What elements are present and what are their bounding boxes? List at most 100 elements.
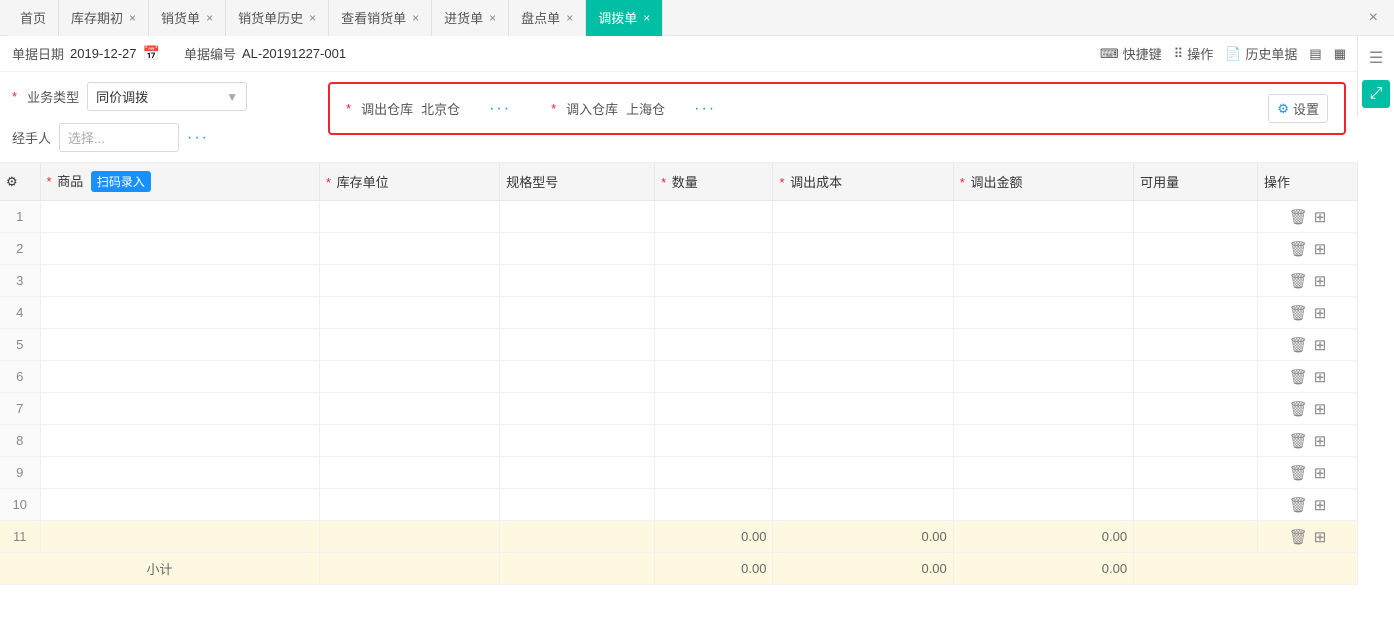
delete-icon[interactable]: 🗑 — [1289, 336, 1308, 354]
copy-icon[interactable]: ⊞ — [1314, 240, 1327, 258]
delete-icon[interactable]: 🗑 — [1289, 272, 1308, 290]
tab-sales-order[interactable]: 销货单 × — [149, 0, 226, 36]
copy-icon[interactable]: ⊞ — [1314, 464, 1327, 482]
operation-button[interactable]: ⠿ 操作 — [1174, 44, 1214, 63]
row-amount[interactable] — [953, 265, 1133, 297]
row-product[interactable] — [40, 457, 319, 489]
delete-icon[interactable]: 🗑 — [1289, 528, 1308, 546]
row-amount[interactable] — [953, 425, 1133, 457]
row-qty[interactable] — [655, 489, 773, 521]
sidebar-list-icon[interactable]: ☰ — [1362, 44, 1390, 72]
delete-icon[interactable]: 🗑 — [1289, 208, 1308, 226]
row-spec[interactable] — [500, 265, 655, 297]
row-product[interactable] — [40, 393, 319, 425]
copy-icon[interactable]: ⊞ — [1314, 400, 1327, 418]
calendar-icon[interactable]: 📅 — [143, 45, 160, 62]
row-unit[interactable] — [319, 425, 499, 457]
row-unit[interactable] — [319, 201, 499, 233]
row-product[interactable] — [40, 297, 319, 329]
copy-icon[interactable]: ⊞ — [1314, 368, 1327, 386]
row-amount[interactable] — [953, 457, 1133, 489]
row-product[interactable] — [40, 233, 319, 265]
tab-inventory-count[interactable]: 盘点单 × — [509, 0, 586, 36]
tab-purchase-order-close[interactable]: × — [489, 11, 496, 25]
row-cost[interactable] — [773, 457, 953, 489]
out-warehouse-more-icon[interactable]: ··· — [489, 100, 511, 118]
copy-icon[interactable]: ⊞ — [1314, 336, 1327, 354]
row-cost[interactable] — [773, 361, 953, 393]
history-button[interactable]: 📄 历史单据 — [1225, 44, 1297, 63]
row-qty[interactable] — [655, 457, 773, 489]
settings-button[interactable]: ⚙ 设置 — [1268, 94, 1328, 123]
row-spec[interactable] — [500, 361, 655, 393]
row-unit[interactable] — [319, 457, 499, 489]
tab-inventory-init-close[interactable]: × — [129, 11, 136, 25]
sidebar-expand-icon[interactable]: ⤢ — [1362, 80, 1390, 108]
row-product[interactable] — [40, 361, 319, 393]
row-qty[interactable] — [655, 233, 773, 265]
tab-sales-history[interactable]: 销货单历史 × — [226, 0, 329, 36]
row-qty[interactable] — [655, 393, 773, 425]
row-unit[interactable] — [319, 265, 499, 297]
row-amount[interactable] — [953, 201, 1133, 233]
row-cost[interactable] — [773, 489, 953, 521]
row-unit[interactable] — [319, 489, 499, 521]
delete-icon[interactable]: 🗑 — [1289, 432, 1308, 450]
tab-sales-history-close[interactable]: × — [309, 11, 316, 25]
th-settings[interactable]: ⚙ — [0, 163, 40, 201]
row-qty[interactable] — [655, 265, 773, 297]
row-unit[interactable] — [319, 361, 499, 393]
row-spec[interactable] — [500, 329, 655, 361]
layout-button-2[interactable]: ▦ — [1334, 46, 1346, 62]
row-unit[interactable] — [319, 393, 499, 425]
tab-inventory-count-close[interactable]: × — [566, 11, 573, 25]
row-cost[interactable] — [773, 297, 953, 329]
delete-icon[interactable]: 🗑 — [1289, 400, 1308, 418]
row-product[interactable] — [40, 201, 319, 233]
tab-inventory-init[interactable]: 库存期初 × — [59, 0, 149, 36]
row-product[interactable] — [40, 265, 319, 297]
layout-button-1[interactable]: ▤ — [1309, 46, 1321, 62]
delete-icon[interactable]: 🗑 — [1289, 496, 1308, 514]
delete-icon[interactable]: 🗑 — [1289, 304, 1308, 322]
row-cost[interactable] — [773, 329, 953, 361]
row-cost[interactable] — [773, 265, 953, 297]
tab-purchase-order[interactable]: 进货单 × — [432, 0, 509, 36]
scan-button[interactable]: 扫码录入 — [91, 171, 151, 192]
tab-transfer[interactable]: 调拨单 × — [586, 0, 663, 36]
in-warehouse-more-icon[interactable]: ··· — [694, 100, 716, 118]
delete-icon[interactable]: 🗑 — [1289, 368, 1308, 386]
row-spec[interactable] — [500, 297, 655, 329]
row-unit[interactable] — [319, 297, 499, 329]
copy-icon[interactable]: ⊞ — [1314, 496, 1327, 514]
row-unit[interactable] — [319, 329, 499, 361]
row-cost[interactable] — [773, 201, 953, 233]
tab-view-sales[interactable]: 查看销货单 × — [329, 0, 432, 36]
row-amount[interactable] — [953, 297, 1133, 329]
row-amount[interactable] — [953, 233, 1133, 265]
row-amount[interactable] — [953, 489, 1133, 521]
row-amount[interactable] — [953, 361, 1133, 393]
row-qty[interactable] — [655, 361, 773, 393]
copy-icon[interactable]: ⊞ — [1314, 432, 1327, 450]
tab-view-sales-close[interactable]: × — [412, 11, 419, 25]
row-cost[interactable] — [773, 425, 953, 457]
window-close-button[interactable]: × — [1361, 9, 1386, 27]
biz-type-select[interactable]: 同价调拨 ▼ — [87, 82, 247, 111]
row-product[interactable] — [40, 425, 319, 457]
tab-home[interactable]: 首页 — [8, 0, 59, 36]
row-spec[interactable] — [500, 489, 655, 521]
tab-transfer-close[interactable]: × — [643, 11, 650, 25]
row-qty[interactable] — [655, 297, 773, 329]
row-spec[interactable] — [500, 457, 655, 489]
copy-icon[interactable]: ⊞ — [1314, 272, 1327, 290]
row-qty[interactable] — [655, 201, 773, 233]
row-product[interactable] — [40, 329, 319, 361]
row-unit[interactable] — [319, 233, 499, 265]
copy-icon[interactable]: ⊞ — [1314, 304, 1327, 322]
shortcut-button[interactable]: ⌨ 快捷键 — [1100, 44, 1162, 63]
copy-icon[interactable]: ⊞ — [1314, 528, 1327, 546]
row-amount[interactable] — [953, 393, 1133, 425]
row-spec[interactable] — [500, 425, 655, 457]
row-spec[interactable] — [500, 233, 655, 265]
